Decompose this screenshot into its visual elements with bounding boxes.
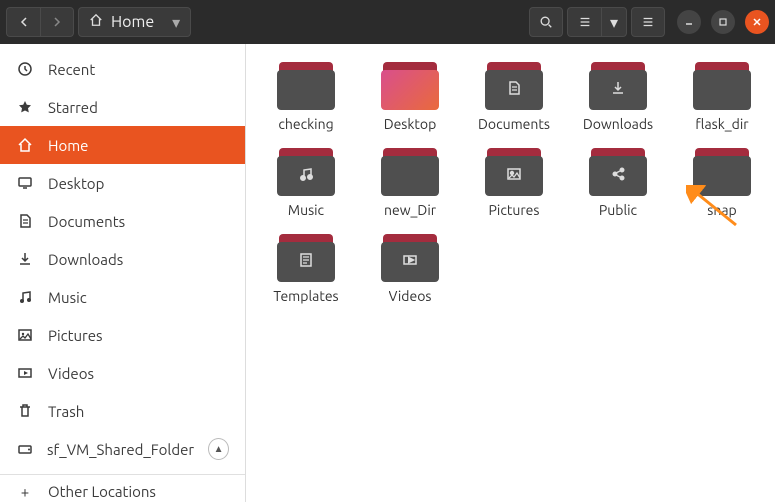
- pictures-icon: [16, 327, 34, 343]
- file-item[interactable]: checking: [254, 58, 358, 136]
- sidebar-item-trash[interactable]: Trash: [0, 392, 245, 430]
- file-label: Public: [599, 202, 637, 218]
- file-label: Downloads: [583, 116, 653, 132]
- downloads-icon: [16, 251, 34, 267]
- documents-icon: [506, 80, 522, 100]
- documents-icon: [16, 213, 34, 229]
- file-label: Desktop: [384, 116, 437, 132]
- file-item[interactable]: Videos: [358, 230, 462, 308]
- desktop-icon: [16, 175, 34, 191]
- sidebar-other-locations[interactable]: + Other Locations: [0, 481, 245, 502]
- file-label: Videos: [389, 288, 432, 304]
- file-label: new_Dir: [384, 202, 436, 218]
- file-item[interactable]: Pictures: [462, 144, 566, 222]
- sidebar-item-label: sf_VM_Shared_Folder: [47, 441, 194, 458]
- file-label: snap: [707, 202, 736, 218]
- sidebar-item-pictures[interactable]: Pictures: [0, 316, 245, 354]
- close-button[interactable]: [745, 10, 769, 34]
- sidebar-item-label: Recent: [48, 61, 95, 78]
- folder-icon: [589, 148, 647, 196]
- sidebar-item-home[interactable]: Home: [0, 126, 245, 164]
- back-button[interactable]: [6, 7, 40, 37]
- maximize-button[interactable]: [711, 10, 735, 34]
- sidebar-item-label: Other Locations: [48, 483, 156, 500]
- plus-icon: +: [16, 483, 34, 500]
- file-item[interactable]: new_Dir: [358, 144, 462, 222]
- file-item[interactable]: Downloads: [566, 58, 670, 136]
- file-item[interactable]: snap: [670, 144, 774, 222]
- file-item[interactable]: Desktop: [358, 58, 462, 136]
- sidebar-item-videos[interactable]: Videos: [0, 354, 245, 392]
- window-controls: [677, 10, 769, 34]
- sidebar-item-label: Pictures: [48, 327, 103, 344]
- folder-icon: [381, 148, 439, 196]
- file-label: Pictures: [489, 202, 540, 218]
- sidebar-item-recent[interactable]: Recent: [0, 50, 245, 88]
- path-bar[interactable]: Home ▾: [78, 7, 191, 37]
- file-label: flask_dir: [695, 116, 748, 132]
- path-dropdown-icon[interactable]: ▾: [172, 13, 180, 32]
- folder-icon: [485, 148, 543, 196]
- trash-icon: [16, 403, 34, 419]
- sidebar: Recent Starred Home Desktop Documents Downloa…: [0, 44, 246, 502]
- file-label: Templates: [273, 288, 338, 304]
- titlebar: Home ▾ ▾: [0, 0, 775, 44]
- file-item[interactable]: Public: [566, 144, 670, 222]
- sidebar-item-label: Documents: [48, 213, 125, 230]
- folder-icon: [277, 234, 335, 282]
- sidebar-item-label: Trash: [48, 403, 84, 420]
- folder-icon: [693, 148, 751, 196]
- templates-icon: [298, 252, 314, 272]
- sidebar-item-music[interactable]: Music: [0, 278, 245, 316]
- sidebar-item-label: Downloads: [48, 251, 123, 268]
- sidebar-item-label: Home: [48, 137, 88, 154]
- file-view[interactable]: checking Desktop Documents Downloads flask_d…: [246, 44, 775, 502]
- folder-icon: [693, 62, 751, 110]
- public-icon: [610, 166, 626, 186]
- sidebar-item-shared[interactable]: sf_VM_Shared_Folder ▲: [0, 430, 245, 468]
- sidebar-item-desktop[interactable]: Desktop: [0, 164, 245, 202]
- sidebar-item-documents[interactable]: Documents: [0, 202, 245, 240]
- sidebar-item-starred[interactable]: Starred: [0, 88, 245, 126]
- folder-icon: [589, 62, 647, 110]
- file-label: Documents: [478, 116, 550, 132]
- videos-icon: [402, 252, 418, 272]
- forward-button[interactable]: [40, 7, 74, 37]
- file-item[interactable]: Templates: [254, 230, 358, 308]
- file-label: Music: [288, 202, 324, 218]
- sidebar-item-label: Videos: [48, 365, 94, 382]
- folder-icon: [277, 62, 335, 110]
- view-dropdown-button[interactable]: ▾: [601, 7, 627, 37]
- list-view-button[interactable]: [567, 7, 601, 37]
- minimize-button[interactable]: [677, 10, 701, 34]
- file-item[interactable]: Documents: [462, 58, 566, 136]
- music-icon: [298, 166, 314, 186]
- file-label: checking: [278, 116, 333, 132]
- folder-icon: [381, 234, 439, 282]
- path-label: Home: [111, 13, 154, 31]
- drive-icon: [16, 441, 33, 457]
- file-item[interactable]: Music: [254, 144, 358, 222]
- music-icon: [16, 289, 34, 305]
- folder-icon: [277, 148, 335, 196]
- folder-icon: [485, 62, 543, 110]
- folder-icon: [381, 62, 439, 110]
- sidebar-item-label: Music: [48, 289, 87, 306]
- home-icon: [89, 13, 103, 31]
- clock-icon: [16, 61, 34, 77]
- videos-icon: [16, 365, 34, 381]
- hamburger-menu-button[interactable]: [631, 7, 665, 37]
- sidebar-item-label: Starred: [48, 99, 98, 116]
- downloads-icon: [610, 80, 626, 100]
- sidebar-item-label: Desktop: [48, 175, 104, 192]
- search-button[interactable]: [529, 7, 563, 37]
- sidebar-item-downloads[interactable]: Downloads: [0, 240, 245, 278]
- nav-back-forward: [6, 7, 74, 37]
- pictures-icon: [506, 166, 522, 186]
- eject-button[interactable]: ▲: [208, 438, 229, 460]
- file-item[interactable]: flask_dir: [670, 58, 774, 136]
- view-mode-group: ▾: [567, 7, 627, 37]
- star-icon: [16, 99, 34, 115]
- home-icon: [16, 137, 34, 153]
